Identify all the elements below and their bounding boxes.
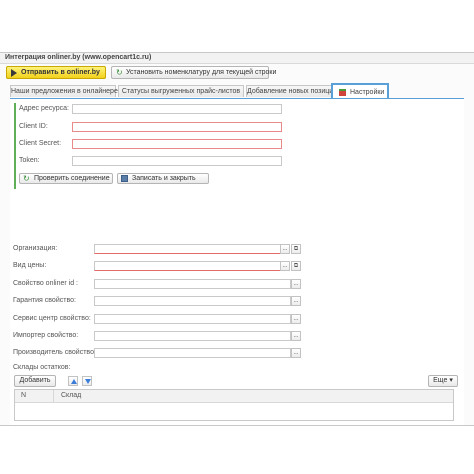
circle-arrows-icon: ↻ <box>116 68 123 77</box>
warranty-select-button[interactable]: ... <box>291 296 301 306</box>
onliner-id-property-label: Свойство onliner id : <box>13 280 78 287</box>
move-down-button[interactable] <box>82 376 92 386</box>
window-title: Интеграция onliner.by (www.opencart1c.ru… <box>5 54 152 61</box>
manufacturer-property-input[interactable] <box>94 348 291 358</box>
column-header-warehouse: Склад <box>61 392 82 399</box>
price-type-open-button[interactable]: ⧉ <box>291 261 301 271</box>
client-secret-label: Client Secret: <box>19 140 62 147</box>
organization-label: Организация: <box>13 245 58 252</box>
save-and-close-button[interactable]: Записать и закрыть <box>117 173 209 184</box>
onliner-id-select-button[interactable]: ... <box>291 279 301 289</box>
organization-input[interactable] <box>94 244 289 254</box>
move-up-button[interactable] <box>68 376 78 386</box>
importer-property-label: Импортер свойство: <box>13 332 79 339</box>
token-input[interactable] <box>72 156 282 166</box>
warehouses-label: Склады остатков: <box>13 364 71 371</box>
client-id-label: Client ID: <box>19 123 48 130</box>
arrow-right-icon <box>11 69 17 77</box>
manufacturer-property-label: Производитель свойство: <box>13 349 96 356</box>
importer-property-input[interactable] <box>94 331 291 341</box>
token-label: Token: <box>19 157 40 164</box>
add-warehouse-label: Добавить <box>19 377 51 384</box>
more-menu-label: Еще ▾ <box>433 377 453 384</box>
check-connection-label: Проверить соединение <box>34 175 110 182</box>
connection-group: Адрес ресурса: Client ID: Client Secret:… <box>14 103 284 189</box>
tab-add-new-items[interactable]: Добавление новых позиций <box>246 85 338 97</box>
organization-open-button[interactable]: ⧉ <box>291 244 301 254</box>
settings-tab-icon <box>339 89 346 96</box>
more-menu-button[interactable]: Еще ▾ <box>428 375 458 387</box>
table-header: N Склад <box>15 390 453 403</box>
send-to-onliner-button[interactable]: Отправить в onliner.by <box>6 66 106 79</box>
service-center-property-label: Сервис центр свойство: <box>13 315 91 322</box>
onliner-id-property-input[interactable] <box>94 279 291 289</box>
client-secret-input[interactable] <box>72 139 282 149</box>
api-address-label: Адрес ресурса: <box>19 105 69 112</box>
tab-price-list-statuses[interactable]: Статусы выгруженных прайс-листов <box>118 85 244 97</box>
warranty-property-input[interactable] <box>94 296 291 306</box>
manufacturer-select-button[interactable]: ... <box>291 348 301 358</box>
tab-add-new-items-label: Добавление новых позиций <box>247 88 338 95</box>
settings-panel: Адрес ресурса: Client ID: Client Secret:… <box>10 98 464 425</box>
add-warehouse-button[interactable]: Добавить <box>14 375 56 387</box>
title-bar: Интеграция onliner.by (www.opencart1c.ru… <box>0 53 474 64</box>
client-id-input[interactable] <box>72 122 282 132</box>
set-nomenclature-button[interactable]: ↻ Установить номенклатуру для текущей ст… <box>111 66 276 79</box>
tab-price-list-statuses-label: Статусы выгруженных прайс-листов <box>121 88 241 95</box>
service-center-property-input[interactable] <box>94 314 291 324</box>
price-type-label: Вид цены: <box>13 262 47 269</box>
tab-our-offers[interactable]: Наши предложения в онлайнере <box>10 85 118 97</box>
price-type-input[interactable] <box>94 261 289 271</box>
arrow-up-icon <box>71 379 77 384</box>
tab-our-offers-label: Наши предложения в онлайнере <box>11 88 118 95</box>
check-connection-button[interactable]: ↻ Проверить соединение <box>19 173 113 184</box>
api-address-input[interactable] <box>72 104 282 114</box>
save-icon <box>121 175 128 182</box>
refresh-icon: ↻ <box>23 174 30 183</box>
save-and-close-label: Записать и закрыть <box>132 175 196 182</box>
app-window: Интеграция onliner.by (www.opencart1c.ru… <box>0 52 474 426</box>
importer-select-button[interactable]: ... <box>291 331 301 341</box>
send-to-onliner-label: Отправить в onliner.by <box>21 69 100 76</box>
warehouses-table[interactable]: N Склад <box>14 389 454 421</box>
organization-select-button[interactable]: ... <box>280 244 290 254</box>
warranty-property-label: Гарантия свойство: <box>13 297 76 304</box>
arrow-down-icon <box>85 379 91 384</box>
set-nomenclature-label: Установить номенклатуру для текущей стро… <box>126 69 277 76</box>
tab-settings[interactable]: Настройки <box>331 83 389 98</box>
tab-settings-label: Настройки <box>350 89 385 96</box>
service-center-select-button[interactable]: ... <box>291 314 301 324</box>
column-divider <box>53 390 54 402</box>
column-header-n: N <box>21 392 27 399</box>
price-type-select-button[interactable]: ... <box>280 261 290 271</box>
